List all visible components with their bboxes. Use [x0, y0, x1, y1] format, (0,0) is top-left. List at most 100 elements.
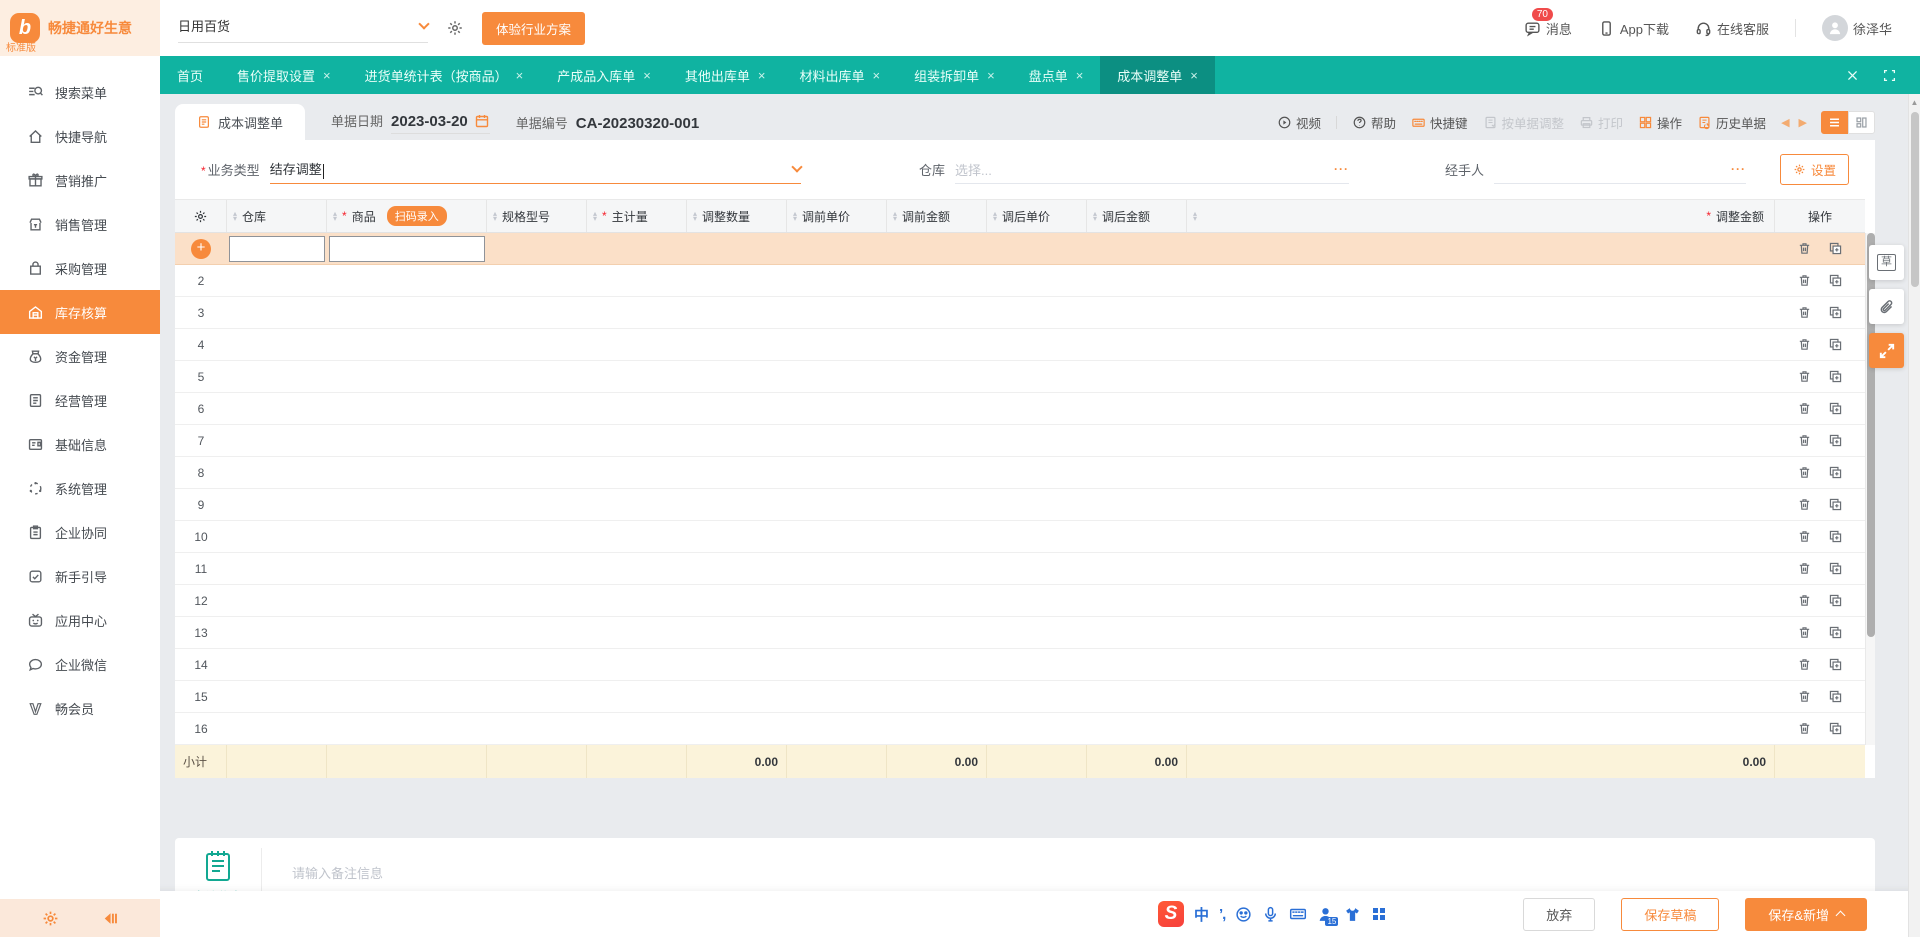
- sidebar-item-系统管理[interactable]: 系统管理: [0, 466, 160, 510]
- doc-date-field[interactable]: 2023-03-20: [391, 113, 490, 134]
- delete-row-icon[interactable]: [1797, 433, 1812, 448]
- close-all-tabs-icon[interactable]: [1846, 69, 1859, 82]
- more-options-icon[interactable]: ···: [1725, 162, 1746, 176]
- delete-row-icon[interactable]: [1797, 689, 1812, 704]
- delete-row-icon[interactable]: [1797, 337, 1812, 352]
- delete-row-icon[interactable]: [1797, 657, 1812, 672]
- sidebar-item-库存核算[interactable]: 库存核算: [0, 290, 160, 334]
- column-header-product[interactable]: ▴ ▾ * 商品 扫码录入: [327, 200, 487, 232]
- delete-row-icon[interactable]: [1797, 625, 1812, 640]
- sort-icon[interactable]: ▴ ▾: [1093, 209, 1097, 223]
- copy-insert-row-icon[interactable]: [1828, 625, 1843, 640]
- card-view-toggle[interactable]: [1848, 110, 1875, 134]
- discard-button[interactable]: 放弃: [1523, 897, 1596, 931]
- delete-row-icon[interactable]: [1797, 593, 1812, 608]
- tab-close-icon[interactable]: ×: [1076, 69, 1084, 82]
- fullscreen-icon[interactable]: [1883, 69, 1896, 82]
- copy-insert-row-icon[interactable]: [1828, 497, 1843, 512]
- save-draft-button[interactable]: 保存草稿: [1621, 897, 1720, 931]
- delete-row-icon[interactable]: [1797, 273, 1812, 288]
- microphone-icon[interactable]: [1262, 906, 1279, 923]
- toolbar-按单据调整[interactable]: 按单据调整: [1483, 113, 1564, 132]
- copy-insert-row-icon[interactable]: [1828, 465, 1843, 480]
- tab-close-icon[interactable]: ×: [872, 69, 880, 82]
- save-and-new-button[interactable]: 保存&新增: [1745, 897, 1867, 931]
- add-row-button[interactable]: +: [191, 238, 211, 259]
- sidebar-item-营销推广[interactable]: 营销推广: [0, 158, 160, 202]
- copy-insert-row-icon[interactable]: [1828, 593, 1843, 608]
- page-scrollbar[interactable]: ▲: [1908, 94, 1920, 937]
- sidebar-item-快捷导航[interactable]: 快捷导航: [0, 114, 160, 158]
- tab-其他出库单[interactable]: 其他出库单 ×: [668, 56, 783, 94]
- copy-insert-row-icon[interactable]: [1828, 337, 1843, 352]
- tab-盘点单[interactable]: 盘点单 ×: [1012, 56, 1101, 94]
- online-service-button[interactable]: 在线客服: [1695, 19, 1769, 38]
- sort-icon[interactable]: ▴ ▾: [693, 209, 697, 223]
- column-header-warehouse[interactable]: ▴ ▾ 仓库: [227, 200, 327, 232]
- delete-row-icon[interactable]: [1797, 401, 1812, 416]
- sort-icon[interactable]: ▴ ▾: [593, 209, 597, 223]
- copy-insert-row-icon[interactable]: [1828, 561, 1843, 576]
- scan-entry-button[interactable]: 扫码录入: [386, 206, 447, 226]
- toolbar-历史单据[interactable]: 历史单据: [1697, 113, 1766, 132]
- settings-gear-icon[interactable]: [42, 910, 59, 927]
- calendar-icon[interactable]: [474, 113, 490, 129]
- keyboard-icon[interactable]: [1289, 905, 1307, 923]
- sidebar-item-资金管理[interactable]: 资金管理: [0, 334, 160, 378]
- tab-材料出库单[interactable]: 材料出库单 ×: [782, 56, 897, 94]
- cell-editor-warehouse[interactable]: [229, 235, 325, 262]
- sidebar-item-应用中心[interactable]: 应用中心: [0, 598, 160, 642]
- tab-售价提取设置[interactable]: 售价提取设置 ×: [220, 56, 348, 94]
- user-lexicon-icon[interactable]: 15: [1317, 906, 1339, 926]
- ime-punctuation-toggle[interactable]: ’,: [1219, 906, 1226, 923]
- delete-row-icon[interactable]: [1797, 721, 1812, 736]
- tab-close-icon[interactable]: ×: [643, 69, 651, 82]
- scroll-up-arrow-icon[interactable]: ▲: [1909, 94, 1920, 107]
- tab-close-icon[interactable]: ×: [1190, 69, 1198, 82]
- delete-row-icon[interactable]: [1797, 369, 1812, 384]
- tab-组装拆卸单[interactable]: 组装拆卸单 ×: [897, 56, 1012, 94]
- table-settings-gear-cell[interactable]: [175, 200, 227, 232]
- copy-insert-row-icon[interactable]: [1828, 241, 1843, 256]
- sidebar-item-企业协同[interactable]: 企业协同: [0, 510, 160, 554]
- column-header-pre_price[interactable]: ▴ ▾ 调前单价: [787, 200, 887, 232]
- user-menu[interactable]: 徐泽华: [1821, 15, 1892, 41]
- toolbar-快捷键[interactable]: 快捷键: [1411, 113, 1468, 132]
- column-header-post_price[interactable]: ▴ ▾ 调后单价: [987, 200, 1087, 232]
- ime-menu-grid-icon[interactable]: [1371, 906, 1387, 922]
- tab-产成品入库单[interactable]: 产成品入库单 ×: [540, 56, 668, 94]
- biz-type-select[interactable]: 结存调整: [269, 156, 803, 184]
- tab-close-icon[interactable]: ×: [323, 69, 331, 82]
- next-doc-icon[interactable]: ▶: [1799, 116, 1807, 129]
- column-header-adjust_amount[interactable]: ▴ ▾ * 调整金额: [1187, 200, 1775, 232]
- attachment-button[interactable]: [1869, 289, 1904, 324]
- ime-mode-toggle[interactable]: 中: [1194, 904, 1209, 925]
- prev-doc-icon[interactable]: ◀: [1781, 116, 1789, 129]
- tab-close-icon[interactable]: ×: [516, 69, 524, 82]
- emoji-icon[interactable]: [1235, 906, 1252, 923]
- toolbar-操作[interactable]: 操作: [1638, 113, 1682, 132]
- column-header-post_amount[interactable]: ▴ ▾ 调后金额: [1087, 200, 1187, 232]
- copy-insert-row-icon[interactable]: [1828, 305, 1843, 320]
- tab-成本调整单[interactable]: 成本调整单 ×: [1100, 56, 1215, 94]
- copy-insert-row-icon[interactable]: [1828, 369, 1843, 384]
- column-header-unit[interactable]: ▴ ▾ * 主计量: [587, 200, 687, 232]
- copy-insert-row-icon[interactable]: [1828, 721, 1843, 736]
- copy-insert-row-icon[interactable]: [1828, 401, 1843, 416]
- copy-insert-row-icon[interactable]: [1828, 657, 1843, 672]
- sidebar-item-新手引导[interactable]: 新手引导: [0, 554, 160, 598]
- sidebar-item-经营管理[interactable]: 经营管理: [0, 378, 160, 422]
- tab-进货单统计表（按商品）[interactable]: 进货单统计表（按商品） ×: [348, 56, 541, 94]
- trial-plan-button[interactable]: 体验行业方案: [482, 11, 586, 45]
- cell-editor-product[interactable]: [329, 235, 485, 262]
- workspace-select[interactable]: 日用百货: [178, 13, 430, 43]
- delete-row-icon[interactable]: [1797, 497, 1812, 512]
- remark-input[interactable]: 请输入备注信息: [292, 863, 1628, 892]
- tab-close-icon[interactable]: ×: [987, 69, 995, 82]
- sogou-logo-icon[interactable]: S: [1158, 901, 1184, 927]
- column-header-adj_qty[interactable]: ▴ ▾ 调整数量: [687, 200, 787, 232]
- delete-row-icon[interactable]: [1797, 241, 1812, 256]
- copy-insert-row-icon[interactable]: [1828, 273, 1843, 288]
- expand-button[interactable]: [1869, 333, 1904, 368]
- handler-select[interactable]: ···: [1494, 156, 1746, 184]
